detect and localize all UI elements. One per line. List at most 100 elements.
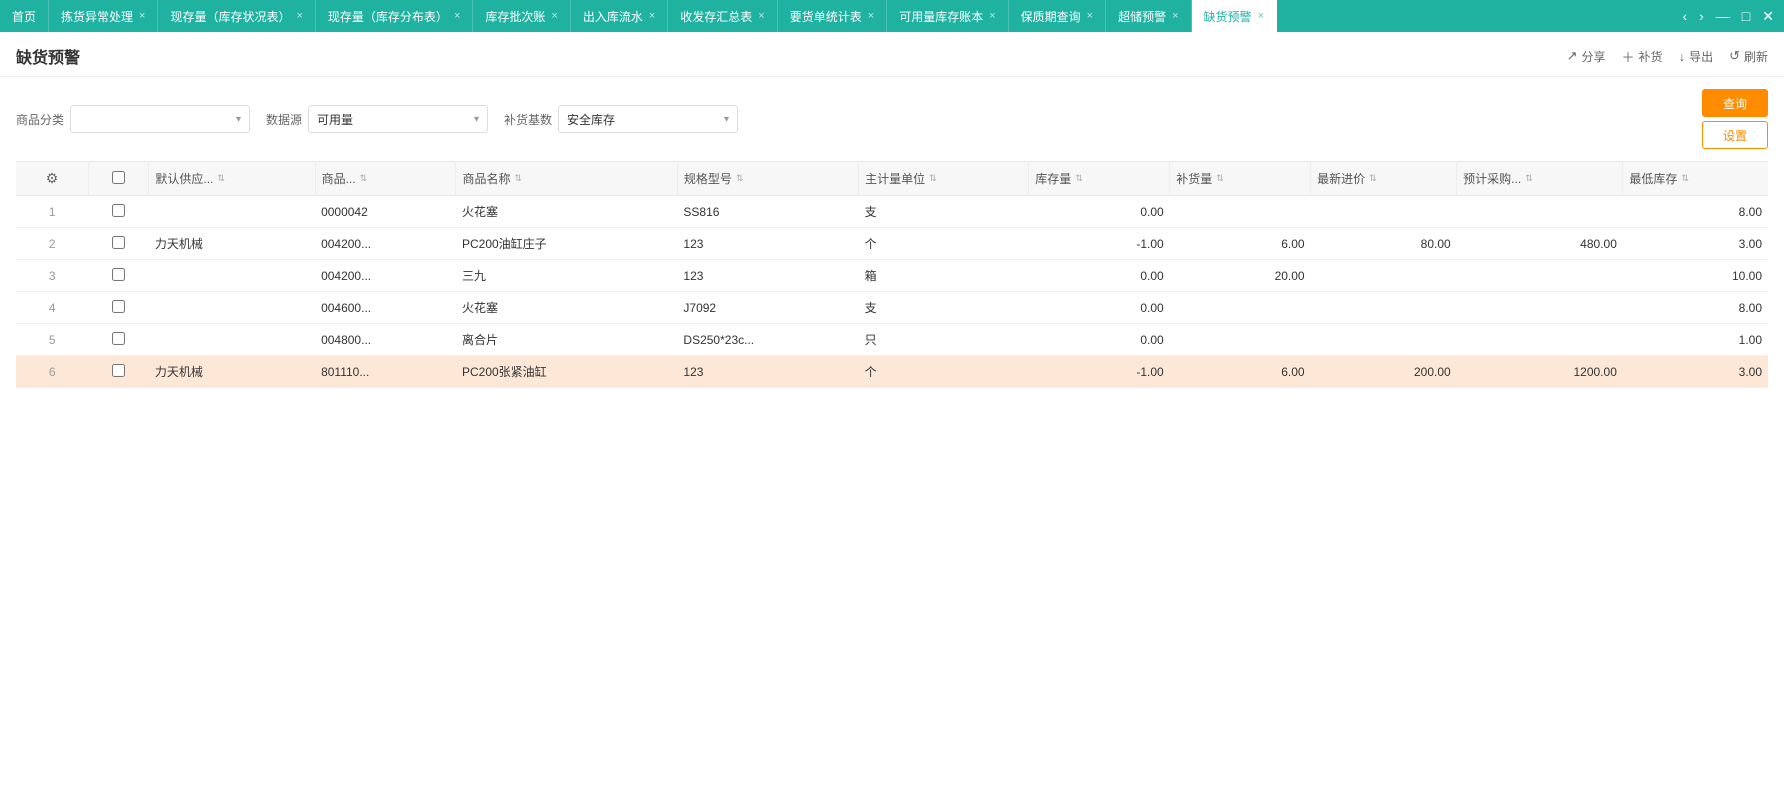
cell-spec: 123 — [677, 356, 858, 388]
tab-close-batch[interactable]: × — [551, 10, 557, 22]
row-checkbox[interactable] — [112, 204, 125, 217]
cell-minstock: 8.00 — [1623, 196, 1768, 228]
tab-flow[interactable]: 出入库流水 × — [571, 0, 668, 32]
tab-close-stock-dist[interactable]: × — [454, 10, 460, 22]
th-unit[interactable]: 主计量单位 ⇅ — [859, 162, 1029, 196]
tab-close-shortage[interactable]: × — [1258, 10, 1264, 22]
cell-unit: 只 — [859, 324, 1029, 356]
cell-replenish — [1170, 292, 1311, 324]
tab-shortage[interactable]: 缺货预警 × — [1192, 0, 1277, 32]
tab-stock-status[interactable]: 现存量（库存状况表） × — [158, 0, 315, 32]
row-checkbox[interactable] — [112, 268, 125, 281]
cell-replenish — [1170, 196, 1311, 228]
cell-stock: -1.00 — [1029, 356, 1170, 388]
filter-datasource-group: 数据源 可用量 ▾ — [266, 105, 488, 133]
cell-checkbox[interactable] — [88, 228, 148, 260]
tab-close-flow[interactable]: × — [649, 10, 655, 22]
tab-close-overstock[interactable]: × — [1172, 10, 1178, 22]
tab-close-order-stats[interactable]: × — [868, 10, 874, 22]
row-checkbox[interactable] — [112, 364, 125, 377]
filter-bar: 商品分类 ▾ 数据源 可用量 ▾ 补货基数 安全库存 ▾ 查询 设置 — [0, 77, 1784, 161]
table-row[interactable]: 5004800...离合片DS250*23c...只0.001.00 — [16, 324, 1768, 356]
th-stock[interactable]: 库存量 ⇅ — [1029, 162, 1170, 196]
cell-name: PC200张紧油缸 — [456, 356, 677, 388]
tab-close-available[interactable]: × — [989, 10, 995, 22]
row-checkbox[interactable] — [112, 300, 125, 313]
tab-window-close[interactable]: ✕ — [1756, 7, 1780, 25]
tab-close-picking[interactable]: × — [139, 10, 145, 22]
cell-supplier: 力天机械 — [149, 228, 315, 260]
th-spec[interactable]: 规格型号 ⇅ — [677, 162, 858, 196]
cell-name: 火花塞 — [456, 196, 677, 228]
tab-picking[interactable]: 拣货异常处理 × — [49, 0, 158, 32]
cell-spec: DS250*23c... — [677, 324, 858, 356]
th-supplier[interactable]: 默认供应... ⇅ — [149, 162, 315, 196]
cell-spec: J7092 — [677, 292, 858, 324]
table-row[interactable]: 4004600...火花塞J7092支0.008.00 — [16, 292, 1768, 324]
cell-unit: 支 — [859, 292, 1029, 324]
cell-checkbox[interactable] — [88, 292, 148, 324]
row-checkbox[interactable] — [112, 236, 125, 249]
tab-close-summary[interactable]: × — [758, 10, 764, 22]
datasource-select[interactable]: 可用量 ▾ — [308, 105, 488, 133]
tab-expiry[interactable]: 保质期查询 × — [1009, 0, 1106, 32]
table-row[interactable]: 10000042火花塞SS816支0.008.00 — [16, 196, 1768, 228]
tab-close-expiry[interactable]: × — [1087, 10, 1093, 22]
tab-summary[interactable]: 收发存汇总表 × — [668, 0, 777, 32]
th-price[interactable]: 最新进价 ⇅ — [1311, 162, 1457, 196]
export-button[interactable]: ↓ 导出 — [1679, 48, 1714, 65]
tab-scroll-right[interactable]: › — [1693, 7, 1710, 25]
tab-nav-buttons: ‹ › — □ ✕ — [1676, 7, 1784, 25]
tab-home[interactable]: 首页 — [0, 0, 49, 32]
tab-stock-dist[interactable]: 现存量（库存分布表） × — [316, 0, 473, 32]
cell-code: 004200... — [315, 228, 456, 260]
cell-index: 6 — [16, 356, 88, 388]
cell-price — [1311, 324, 1457, 356]
settings-button[interactable]: 设置 — [1702, 121, 1768, 149]
cell-checkbox[interactable] — [88, 260, 148, 292]
cell-spec: 123 — [677, 260, 858, 292]
select-all-checkbox[interactable] — [112, 171, 125, 184]
cell-index: 1 — [16, 196, 88, 228]
tab-scroll-left[interactable]: ‹ — [1676, 7, 1693, 25]
th-purchase[interactable]: 预计采购... ⇅ — [1457, 162, 1623, 196]
cell-checkbox[interactable] — [88, 356, 148, 388]
cell-stock: 0.00 — [1029, 260, 1170, 292]
cell-price: 80.00 — [1311, 228, 1457, 260]
category-select[interactable]: ▾ — [70, 105, 250, 133]
table-row[interactable]: 2力天机械004200...PC200油缸庄子123个-1.006.0080.0… — [16, 228, 1768, 260]
cell-price — [1311, 292, 1457, 324]
th-code[interactable]: 商品... ⇅ — [315, 162, 456, 196]
tab-close-stock-status[interactable]: × — [296, 10, 302, 22]
sort-stock-icon: ⇅ — [1075, 173, 1083, 184]
query-button[interactable]: 查询 — [1702, 89, 1768, 117]
share-button[interactable]: ↗ 分享 — [1567, 48, 1606, 65]
cell-checkbox[interactable] — [88, 324, 148, 356]
tab-overstock[interactable]: 超储预警 × — [1106, 0, 1191, 32]
cell-replenish: 6.00 — [1170, 228, 1311, 260]
sort-replenish-icon: ⇅ — [1216, 173, 1224, 184]
tab-window-min[interactable]: — — [1710, 7, 1736, 25]
cell-checkbox[interactable] — [88, 196, 148, 228]
cell-minstock: 1.00 — [1623, 324, 1768, 356]
base-chevron-icon: ▾ — [724, 114, 729, 125]
replenish-button[interactable]: ＋ 补货 — [1622, 47, 1663, 66]
th-replenish[interactable]: 补货量 ⇅ — [1170, 162, 1311, 196]
th-name[interactable]: 商品名称 ⇅ — [456, 162, 677, 196]
table-row[interactable]: 6力天机械801110...PC200张紧油缸123个-1.006.00200.… — [16, 356, 1768, 388]
th-minstock[interactable]: 最低库存 ⇅ — [1623, 162, 1768, 196]
cell-purchase — [1457, 260, 1623, 292]
cell-name: 离合片 — [456, 324, 677, 356]
tab-batch[interactable]: 库存批次账 × — [473, 0, 570, 32]
base-select[interactable]: 安全库存 ▾ — [558, 105, 738, 133]
cell-minstock: 3.00 — [1623, 356, 1768, 388]
table-row[interactable]: 3004200...三九123箱0.0020.0010.00 — [16, 260, 1768, 292]
cell-minstock: 10.00 — [1623, 260, 1768, 292]
tab-order-stats[interactable]: 要货单统计表 × — [778, 0, 887, 32]
tab-window-max[interactable]: □ — [1736, 7, 1756, 25]
sort-purchase-icon: ⇅ — [1525, 173, 1533, 184]
refresh-button[interactable]: ↺ 刷新 — [1729, 48, 1768, 65]
gear-icon[interactable]: ⚙ — [46, 170, 59, 187]
row-checkbox[interactable] — [112, 332, 125, 345]
tab-available[interactable]: 可用量库存账本 × — [887, 0, 1008, 32]
